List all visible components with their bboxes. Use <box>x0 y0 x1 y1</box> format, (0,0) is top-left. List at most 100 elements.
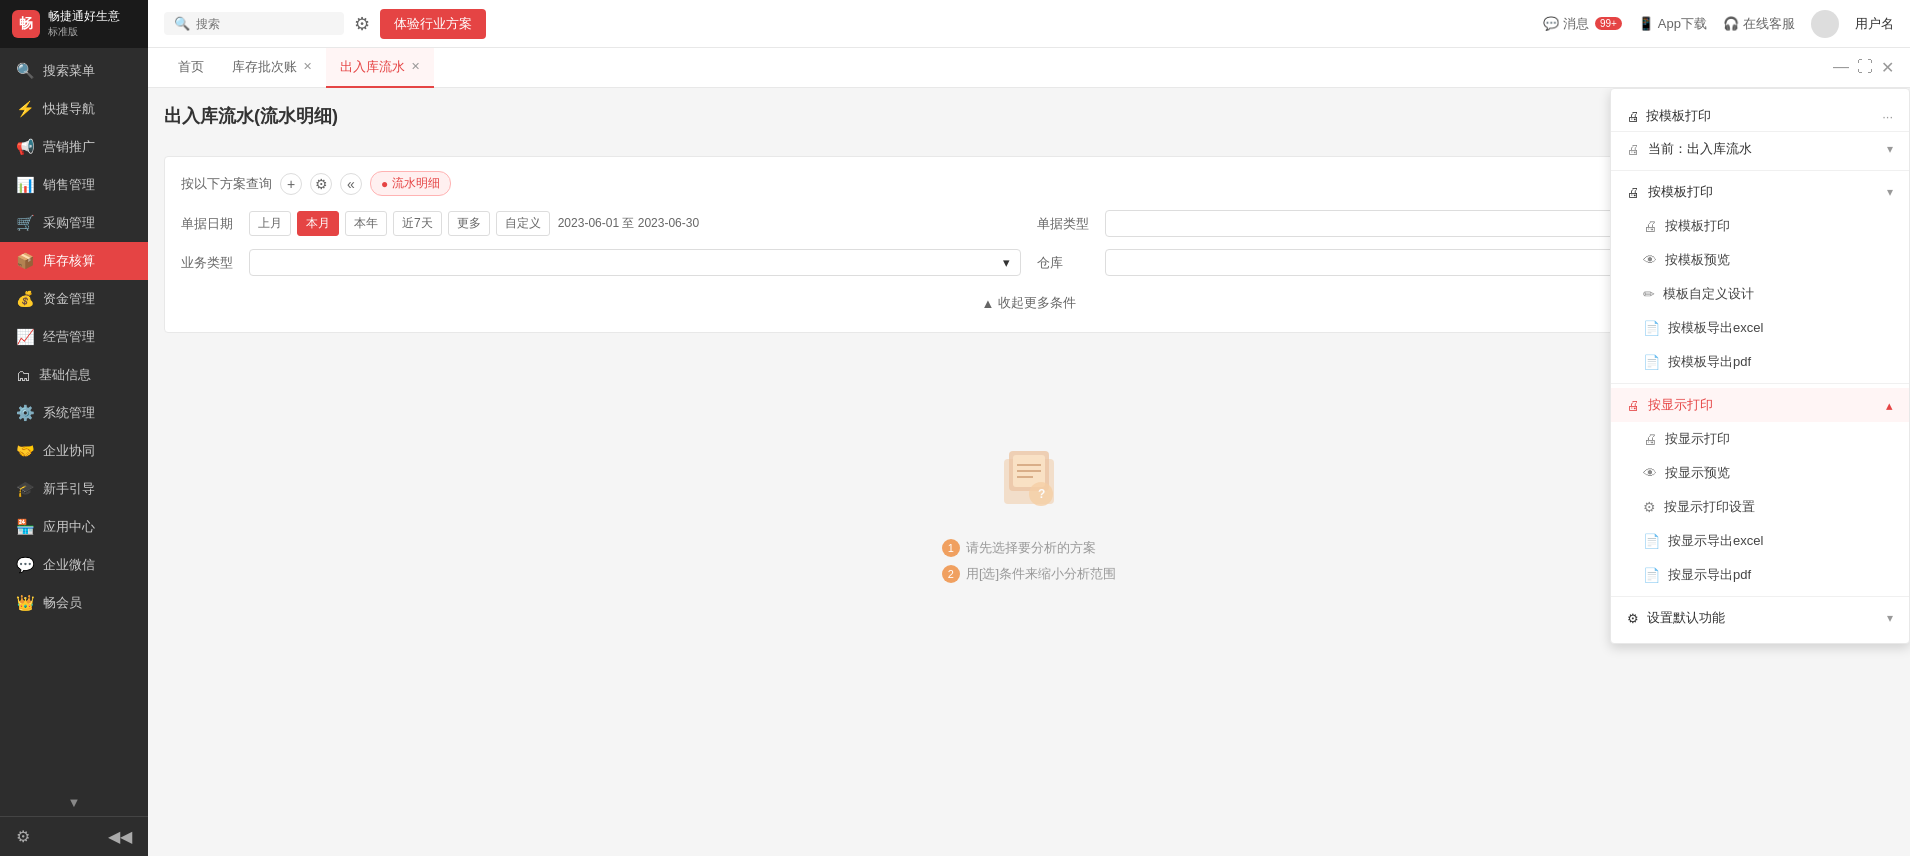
date-range-text: 2023-06-01 至 2023-06-30 <box>558 215 699 232</box>
customer-service-label: 在线客服 <box>1743 15 1795 33</box>
sidebar-item-label: 企业协同 <box>43 442 95 460</box>
divider-2 <box>1611 383 1909 384</box>
svg-text:?: ? <box>1038 487 1045 501</box>
filter-collapse-button[interactable]: « <box>340 173 362 195</box>
customer-service-button[interactable]: 🎧 在线客服 <box>1723 15 1795 33</box>
basic-icon: 🗂 <box>16 367 31 384</box>
industry-solution-button[interactable]: 体验行业方案 <box>380 9 486 39</box>
sidebar-item-vip[interactable]: 👑 畅会员 <box>0 584 148 622</box>
print-dropdown-panel: 🖨 按模板打印 ··· 🖨 当前：出入库流水 ▾ 🖨 按模板打印 <box>1610 88 1910 644</box>
hint-2: 用[选]条件来缩小分析范围 <box>966 566 1116 581</box>
filter-title: 按以下方案查询 <box>181 175 272 193</box>
display-pdf-item[interactable]: 📄 按显示导出pdf <box>1611 558 1909 592</box>
template-custom-item[interactable]: ✏ 模板自定义设计 <box>1611 277 1909 311</box>
display-section-label: 按显示打印 <box>1648 396 1713 414</box>
template-pdf-item[interactable]: 📄 按模板导出pdf <box>1611 345 1909 379</box>
app-download-button[interactable]: 📱 App下载 <box>1638 15 1707 33</box>
excel-icon-sm: 📄 <box>1643 320 1660 336</box>
sidebar-item-sales[interactable]: 📊 销售管理 <box>0 166 148 204</box>
pdf-icon-sm: 📄 <box>1643 354 1660 370</box>
user-avatar[interactable] <box>1811 10 1839 38</box>
template-custom-label: 模板自定义设计 <box>1663 285 1754 303</box>
template-section-label: 按模板打印 <box>1648 183 1713 201</box>
collapse-sidebar-icon[interactable]: ◀◀ <box>108 827 132 846</box>
sidebar-item-appcenter[interactable]: 🏪 应用中心 <box>0 508 148 546</box>
warehouse-label: 仓库 <box>1037 254 1097 272</box>
current-arrow-icon: ▾ <box>1887 142 1893 156</box>
current-label: 当前：出入库流水 <box>1648 140 1752 158</box>
tab-flow-close[interactable]: ✕ <box>411 60 420 73</box>
date-field-label: 单据日期 <box>181 215 241 233</box>
dropdown-current[interactable]: 🖨 当前：出入库流水 ▾ <box>1611 132 1909 166</box>
date-btn-this-year[interactable]: 本年 <box>345 211 387 236</box>
settings-gear-icon[interactable]: ⚙ <box>354 13 370 35</box>
divider-3 <box>1611 596 1909 597</box>
display-excel-item[interactable]: 📄 按显示导出excel <box>1611 524 1909 558</box>
date-btn-custom[interactable]: 自定义 <box>496 211 550 236</box>
main-area: 🔍 ⚙ 体验行业方案 💬 消息 99+ 📱 App下载 🎧 在线客服 用户名 <box>148 0 1910 856</box>
template-preview-item[interactable]: 👁 按模板预览 <box>1611 243 1909 277</box>
sidebar-item-business[interactable]: 📈 经营管理 <box>0 318 148 356</box>
message-badge: 99+ <box>1595 17 1622 30</box>
date-btn-this-month[interactable]: 本月 <box>297 211 339 236</box>
date-btn-7days[interactable]: 近7天 <box>393 211 442 236</box>
biz-type-select[interactable]: ▾ <box>249 249 1021 276</box>
tab-close-all-icon[interactable]: ✕ <box>1881 58 1894 77</box>
sales-icon: 📊 <box>16 176 35 194</box>
sidebar-item-search[interactable]: 🔍 搜索菜单 <box>0 52 148 90</box>
display-settings-item[interactable]: ⚙ 按显示打印设置 <box>1611 490 1909 524</box>
appcenter-icon: 🏪 <box>16 518 35 536</box>
sidebar-item-label: 经营管理 <box>43 328 95 346</box>
date-btn-last-month[interactable]: 上月 <box>249 211 291 236</box>
display-preview-item[interactable]: 👁 按显示预览 <box>1611 456 1909 490</box>
tab-home[interactable]: 首页 <box>164 48 218 88</box>
sidebar-item-label: 基础信息 <box>39 366 91 384</box>
sidebar-item-inventory[interactable]: 📦 库存核算 <box>0 242 148 280</box>
sidebar-item-wechat[interactable]: 💬 企业微信 <box>0 546 148 584</box>
sidebar-item-quick-nav[interactable]: ⚡ 快捷导航 <box>0 90 148 128</box>
sidebar-item-marketing[interactable]: 📢 营销推广 <box>0 128 148 166</box>
empty-hint: 1请先选择要分析的方案 2用[选]条件来缩小分析范围 <box>942 535 1116 587</box>
sidebar-item-basic[interactable]: 🗂 基础信息 <box>0 356 148 394</box>
purchase-icon: 🛒 <box>16 214 35 232</box>
sidebar-item-finance[interactable]: 💰 资金管理 <box>0 280 148 318</box>
date-filter-buttons: 上月 本月 本年 近7天 更多 自定义 <box>249 211 550 236</box>
sidebar-item-purchase[interactable]: 🛒 采购管理 <box>0 204 148 242</box>
date-btn-more[interactable]: 更多 <box>448 211 490 236</box>
template-print-item[interactable]: 🖨 按模板打印 <box>1611 209 1909 243</box>
sidebar-item-label: 库存核算 <box>43 252 95 270</box>
template-section-header[interactable]: 🖨 按模板打印 ▾ <box>1611 175 1909 209</box>
display-print-item[interactable]: 🖨 按显示打印 <box>1611 422 1909 456</box>
sidebar-item-system[interactable]: ⚙️ 系统管理 <box>0 394 148 432</box>
display-preview-label: 按显示预览 <box>1665 464 1730 482</box>
tab-maximize-icon[interactable]: ⛶ <box>1857 58 1873 77</box>
tab-minimize-icon[interactable]: — <box>1833 58 1849 77</box>
message-button[interactable]: 💬 消息 99+ <box>1543 15 1622 33</box>
display-section-header[interactable]: 🖨 按显示打印 ▴ <box>1611 388 1909 422</box>
template-excel-item[interactable]: 📄 按模板导出excel <box>1611 311 1909 345</box>
biz-type-arrow: ▾ <box>1003 255 1010 270</box>
app-subtitle: 标准版 <box>48 25 120 39</box>
settings-icon[interactable]: ⚙ <box>16 827 30 846</box>
display-print-icon: 🖨 <box>1627 398 1640 413</box>
filter-tag[interactable]: ● 流水明细 <box>370 171 451 196</box>
dropdown-title: 🖨 按模板打印 <box>1627 107 1711 125</box>
page-content: 出入库流水(流水明细) 🖨 按模板打印 ▲ ↑ 导出 ↻ 刷新 <box>148 88 1910 856</box>
filter-settings-button[interactable]: ⚙ <box>310 173 332 195</box>
topbar-search-box[interactable]: 🔍 <box>164 12 344 35</box>
default-section-header[interactable]: ⚙ 设置默认功能 ▾ <box>1611 601 1909 635</box>
tab-batch[interactable]: 库存批次账 ✕ <box>218 48 326 88</box>
sidebar-item-label: 企业微信 <box>43 556 95 574</box>
dropdown-more-icon[interactable]: ··· <box>1882 109 1893 124</box>
tab-batch-close[interactable]: ✕ <box>303 60 312 73</box>
default-section-label: 设置默认功能 <box>1647 609 1725 627</box>
sidebar-scroll-down[interactable]: ▼ <box>0 789 148 816</box>
phone-icon: 📱 <box>1638 16 1654 31</box>
tab-flow[interactable]: 出入库流水 ✕ <box>326 48 434 88</box>
display-settings-label: 按显示打印设置 <box>1664 498 1755 516</box>
sidebar-item-corp[interactable]: 🤝 企业协同 <box>0 432 148 470</box>
topbar-search-input[interactable] <box>196 17 316 31</box>
display-pdf-label: 按显示导出pdf <box>1668 566 1751 584</box>
filter-add-button[interactable]: + <box>280 173 302 195</box>
sidebar-item-guide[interactable]: 🎓 新手引导 <box>0 470 148 508</box>
